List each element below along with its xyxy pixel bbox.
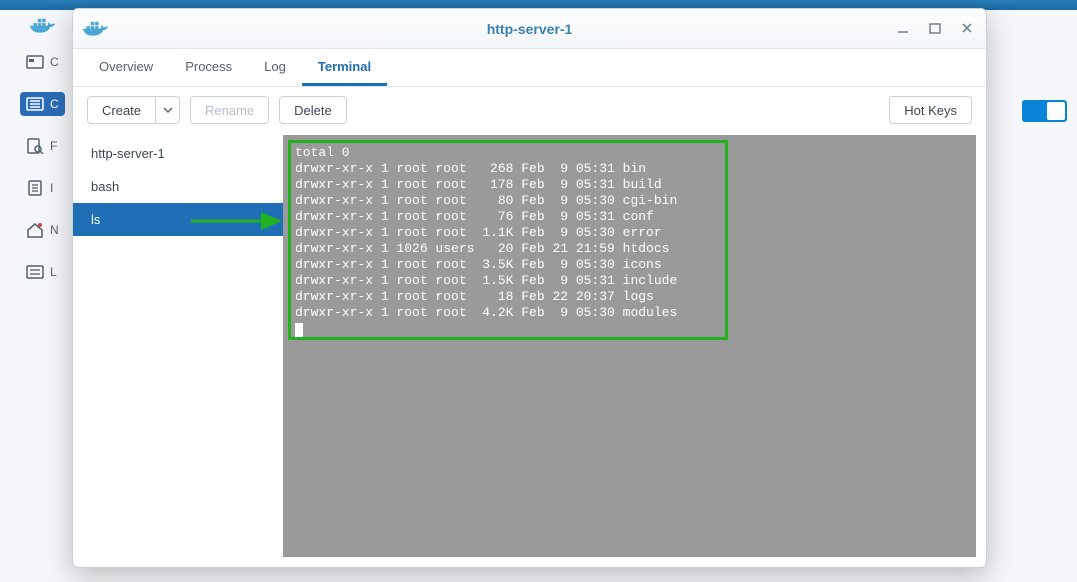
- docker-whale-icon: [83, 17, 109, 40]
- background-toggle[interactable]: [1022, 100, 1067, 122]
- window-title: http-server-1: [73, 21, 986, 37]
- side-nav-item-1[interactable]: C: [20, 92, 65, 116]
- sidebar-item-http-server[interactable]: http-server-1: [73, 137, 283, 170]
- sidebar-item-bash[interactable]: bash: [73, 170, 283, 203]
- side-nav-item-5[interactable]: L: [20, 260, 65, 284]
- side-nav-item-3[interactable]: I: [20, 176, 65, 200]
- terminal-viewport[interactable]: total 0 drwxr-xr-x 1 root root 268 Feb 9…: [283, 135, 976, 557]
- background-side-nav: C C F I N L: [20, 50, 65, 284]
- toolbar: Create Rename Delete Hot Keys: [73, 87, 986, 133]
- hotkeys-button[interactable]: Hot Keys: [889, 96, 972, 124]
- create-dropdown-toggle[interactable]: [156, 96, 180, 124]
- minimize-button[interactable]: [894, 19, 912, 37]
- titlebar[interactable]: http-server-1: [73, 9, 986, 49]
- close-button[interactable]: [958, 19, 976, 37]
- tab-overview[interactable]: Overview: [83, 50, 169, 86]
- list2-icon: [26, 264, 44, 280]
- container-details-window: http-server-1 Overview Process Log Termi…: [72, 8, 987, 568]
- tab-process[interactable]: Process: [169, 50, 248, 86]
- rename-button[interactable]: Rename: [190, 96, 269, 124]
- terminal-panel: total 0 drwxr-xr-x 1 root root 268 Feb 9…: [283, 133, 986, 567]
- create-button[interactable]: Create: [87, 96, 156, 124]
- content-area: http-server-1 bash ls total 0 drwxr-xr-x…: [73, 133, 986, 567]
- terminal-sidebar: http-server-1 bash ls: [73, 133, 283, 567]
- toggle-knob: [1047, 102, 1065, 120]
- create-button-group: Create: [87, 96, 180, 124]
- tab-terminal[interactable]: Terminal: [302, 50, 387, 86]
- docker-whale-icon: [30, 14, 56, 37]
- side-nav-item-4[interactable]: N: [20, 218, 65, 242]
- tab-log[interactable]: Log: [248, 50, 302, 86]
- annotation-arrow: [191, 209, 291, 233]
- terminal-output: total 0 drwxr-xr-x 1 root root 268 Feb 9…: [283, 135, 976, 352]
- card-icon: [26, 54, 44, 70]
- side-nav-item-0[interactable]: C: [20, 50, 65, 74]
- side-nav-item-2[interactable]: F: [20, 134, 65, 158]
- list-icon: [26, 96, 44, 112]
- doc-icon: [26, 180, 44, 196]
- terminal-cursor: [295, 323, 303, 337]
- sidebar-item-ls[interactable]: ls: [73, 203, 283, 236]
- search-page-icon: [26, 138, 44, 154]
- home-icon: [26, 222, 44, 238]
- maximize-button[interactable]: [926, 19, 944, 37]
- delete-button[interactable]: Delete: [279, 96, 347, 124]
- tab-bar: Overview Process Log Terminal: [73, 49, 986, 87]
